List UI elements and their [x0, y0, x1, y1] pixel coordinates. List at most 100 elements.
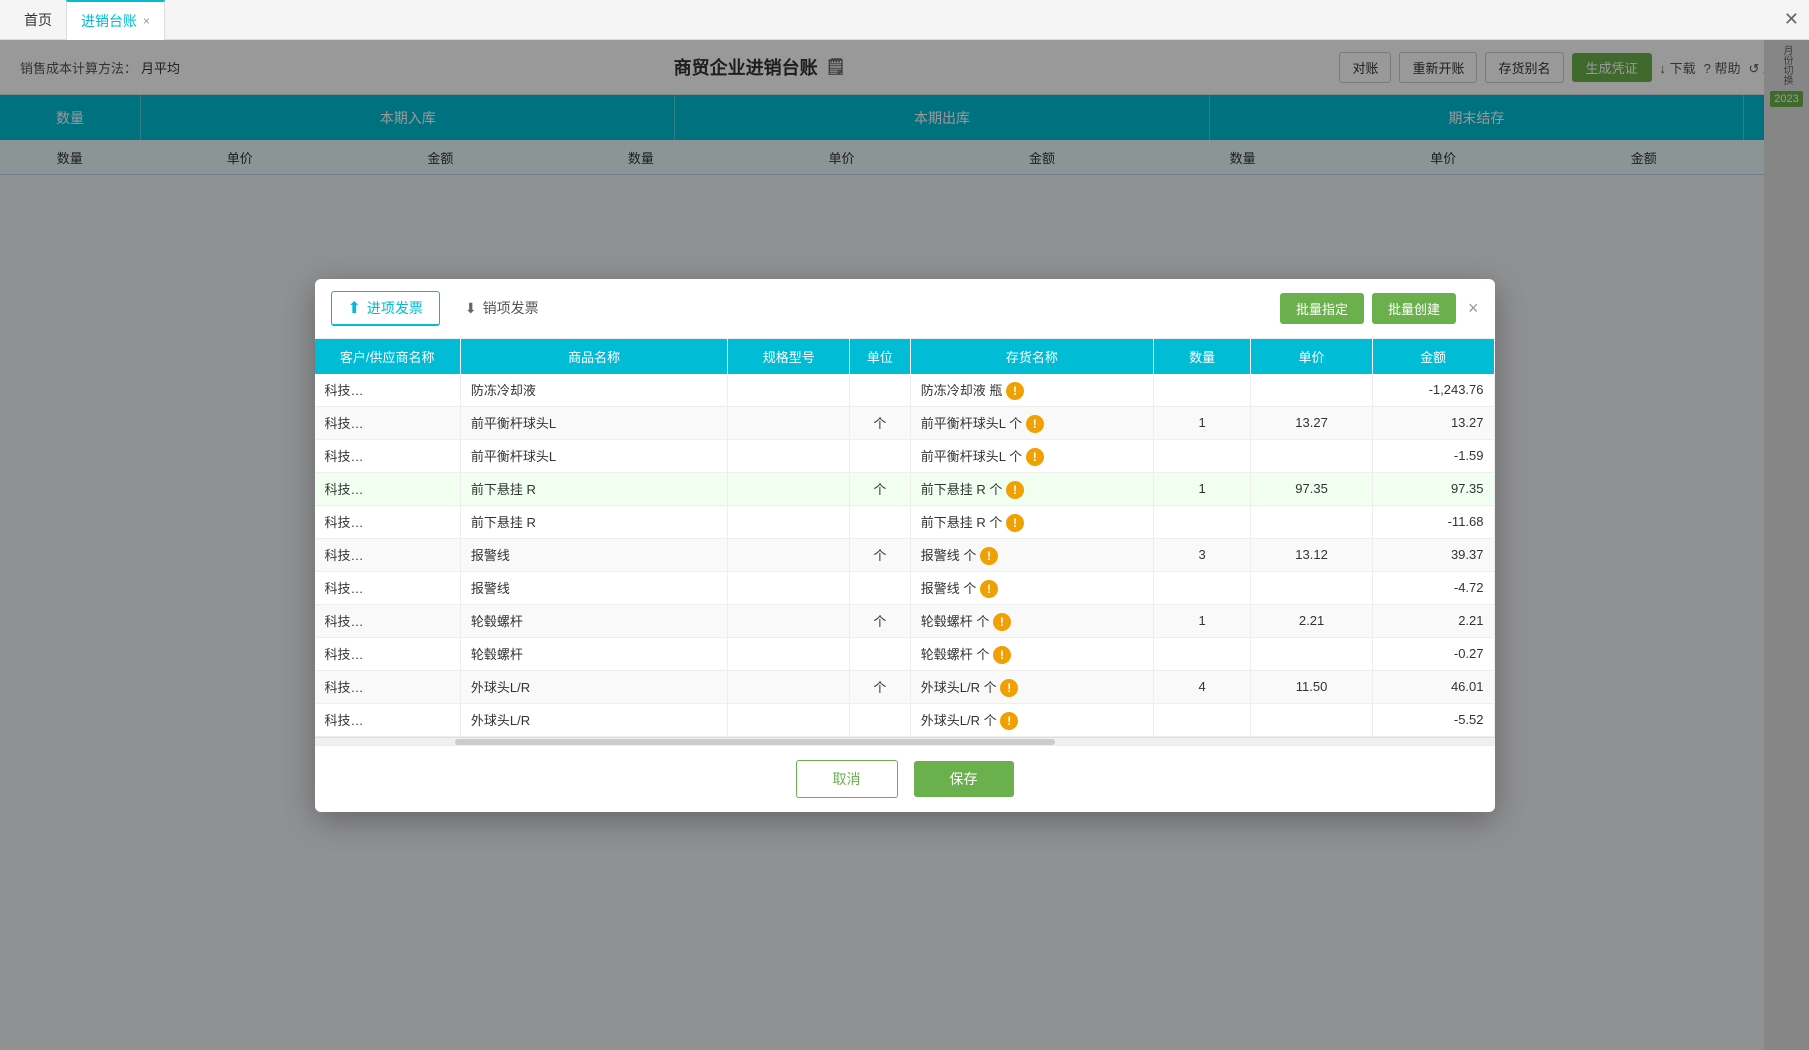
cell-spec: [728, 571, 850, 604]
cell-unit: 个: [850, 604, 911, 637]
cell-spec: [728, 472, 850, 505]
table-row[interactable]: 科技… 前平衡杆球头L 前平衡杆球头L 个 ! -1.59: [315, 439, 1495, 472]
batch-assign-button[interactable]: 批量指定: [1280, 293, 1364, 324]
cell-quantity: 1: [1153, 406, 1250, 439]
table-row[interactable]: 科技… 轮毂螺杆 轮毂螺杆 个 ! -0.27: [315, 637, 1495, 670]
table-row[interactable]: 科技… 轮毂螺杆 个 轮毂螺杆 个 ! 1 2.21 2.21: [315, 604, 1495, 637]
dialog-table-wrap: 客户/供应商名称 商品名称 规格型号 单位 存货名称 数量 单价 金额 科技… …: [315, 339, 1495, 737]
cell-supplier: 科技…: [315, 670, 461, 703]
cell-unit-price: 11.50: [1251, 670, 1373, 703]
batch-create-button[interactable]: 批量创建: [1372, 293, 1456, 324]
cell-unit-price: [1251, 703, 1373, 736]
cell-unit-price: [1251, 374, 1373, 407]
invoice-dialog: ⬆ 进项发票 ⬇ 销项发票 批量指定 批量创建 × 客户: [315, 279, 1495, 812]
active-tab-label: 进销台账: [81, 1, 137, 41]
cell-supplier: 科技…: [315, 703, 461, 736]
cell-product: 外球头L/R: [460, 703, 728, 736]
cell-spec: [728, 505, 850, 538]
cell-spec: [728, 670, 850, 703]
cell-spec: [728, 406, 850, 439]
cell-unit-price: 2.21: [1251, 604, 1373, 637]
col-price: 单价: [1251, 339, 1373, 374]
cell-unit-price: [1251, 637, 1373, 670]
table-row[interactable]: 科技… 前下悬挂 R 个 前下悬挂 R 个 ! 1 97.35 97.35: [315, 472, 1495, 505]
warning-icon: !: [993, 646, 1011, 664]
cell-unit-price: 13.12: [1251, 538, 1373, 571]
cell-supplier: 科技…: [315, 505, 461, 538]
cell-spec: [728, 637, 850, 670]
top-bar: 首页 进销台账 × ✕: [0, 0, 1809, 40]
window-close-icon[interactable]: ✕: [1784, 9, 1799, 30]
table-row[interactable]: 科技… 外球头L/R 个 外球头L/R 个 ! 4 11.50 46.01: [315, 670, 1495, 703]
cell-amount: 13.27: [1372, 406, 1494, 439]
cell-unit: [850, 374, 911, 407]
tab-outbound-invoice[interactable]: ⬇ 销项发票: [448, 291, 556, 325]
cell-supplier: 科技…: [315, 538, 461, 571]
warning-icon: !: [1006, 481, 1024, 499]
cell-product: 前下悬挂 R: [460, 472, 728, 505]
cell-unit: 个: [850, 406, 911, 439]
cell-inventory: 外球头L/R 个 !: [910, 670, 1153, 703]
warning-icon: !: [1006, 514, 1024, 532]
cancel-button[interactable]: 取消: [796, 760, 898, 798]
table-row[interactable]: 科技… 防冻冷却液 防冻冷却液 瓶 ! -1,243.76: [315, 374, 1495, 407]
table-row[interactable]: 科技… 前平衡杆球头L 个 前平衡杆球头L 个 ! 1 13.27 13.27: [315, 406, 1495, 439]
cell-unit-price: [1251, 571, 1373, 604]
inbound-icon: ⬆: [348, 298, 361, 318]
col-supplier: 客户/供应商名称: [315, 339, 461, 374]
table-row[interactable]: 科技… 报警线 报警线 个 ! -4.72: [315, 571, 1495, 604]
cell-quantity: [1153, 571, 1250, 604]
save-button[interactable]: 保存: [914, 761, 1014, 797]
cell-unit-price: [1251, 439, 1373, 472]
tab-close-icon[interactable]: ×: [143, 1, 150, 41]
table-row[interactable]: 科技… 前下悬挂 R 前下悬挂 R 个 ! -11.68: [315, 505, 1495, 538]
cell-inventory: 轮毂螺杆 个 !: [910, 637, 1153, 670]
cell-unit-price: 13.27: [1251, 406, 1373, 439]
cell-unit: [850, 505, 911, 538]
cell-unit: [850, 439, 911, 472]
cell-inventory: 前下悬挂 R 个 !: [910, 472, 1153, 505]
cell-product: 前平衡杆球头L: [460, 406, 728, 439]
cell-product: 前下悬挂 R: [460, 505, 728, 538]
cell-product: 前平衡杆球头L: [460, 439, 728, 472]
cell-unit: 个: [850, 472, 911, 505]
cell-inventory: 报警线 个 !: [910, 571, 1153, 604]
cell-quantity: [1153, 703, 1250, 736]
dialog-header: ⬆ 进项发票 ⬇ 销项发票 批量指定 批量创建 ×: [315, 279, 1495, 339]
cell-inventory: 前平衡杆球头L 个 !: [910, 406, 1153, 439]
cell-supplier: 科技…: [315, 604, 461, 637]
scroll-hint: [315, 737, 1495, 745]
cell-inventory: 前下悬挂 R 个 !: [910, 505, 1153, 538]
dialog-footer: 取消 保存: [315, 745, 1495, 812]
warning-icon: !: [1000, 712, 1018, 730]
outbound-tab-label: 销项发票: [483, 298, 539, 318]
cell-amount: 46.01: [1372, 670, 1494, 703]
cell-amount: -1,243.76: [1372, 374, 1494, 407]
cell-quantity: 4: [1153, 670, 1250, 703]
cell-unit: 个: [850, 538, 911, 571]
cell-unit: [850, 571, 911, 604]
cell-spec: [728, 703, 850, 736]
tab-home[interactable]: 首页: [10, 0, 66, 40]
cell-product: 防冻冷却液: [460, 374, 728, 407]
col-amount: 金额: [1372, 339, 1494, 374]
table-row[interactable]: 科技… 报警线 个 报警线 个 ! 3 13.12 39.37: [315, 538, 1495, 571]
table-row[interactable]: 科技… 外球头L/R 外球头L/R 个 ! -5.52: [315, 703, 1495, 736]
scroll-thumb[interactable]: [455, 739, 1055, 745]
col-inventory: 存货名称: [910, 339, 1153, 374]
cell-amount: -1.59: [1372, 439, 1494, 472]
cell-spec: [728, 604, 850, 637]
warning-icon: !: [980, 580, 998, 598]
col-product: 商品名称: [460, 339, 728, 374]
cell-unit: [850, 637, 911, 670]
dialog-close-button[interactable]: ×: [1468, 298, 1479, 319]
tab-active[interactable]: 进销台账 ×: [66, 0, 165, 40]
invoice-table: 客户/供应商名称 商品名称 规格型号 单位 存货名称 数量 单价 金额 科技… …: [315, 339, 1495, 737]
outbound-icon: ⬇: [465, 300, 477, 317]
cell-spec: [728, 538, 850, 571]
dialog-header-actions: 批量指定 批量创建: [1280, 293, 1456, 324]
col-qty: 数量: [1153, 339, 1250, 374]
cell-quantity: 1: [1153, 472, 1250, 505]
cell-amount: 97.35: [1372, 472, 1494, 505]
tab-inbound-invoice[interactable]: ⬆ 进项发票: [331, 291, 440, 326]
